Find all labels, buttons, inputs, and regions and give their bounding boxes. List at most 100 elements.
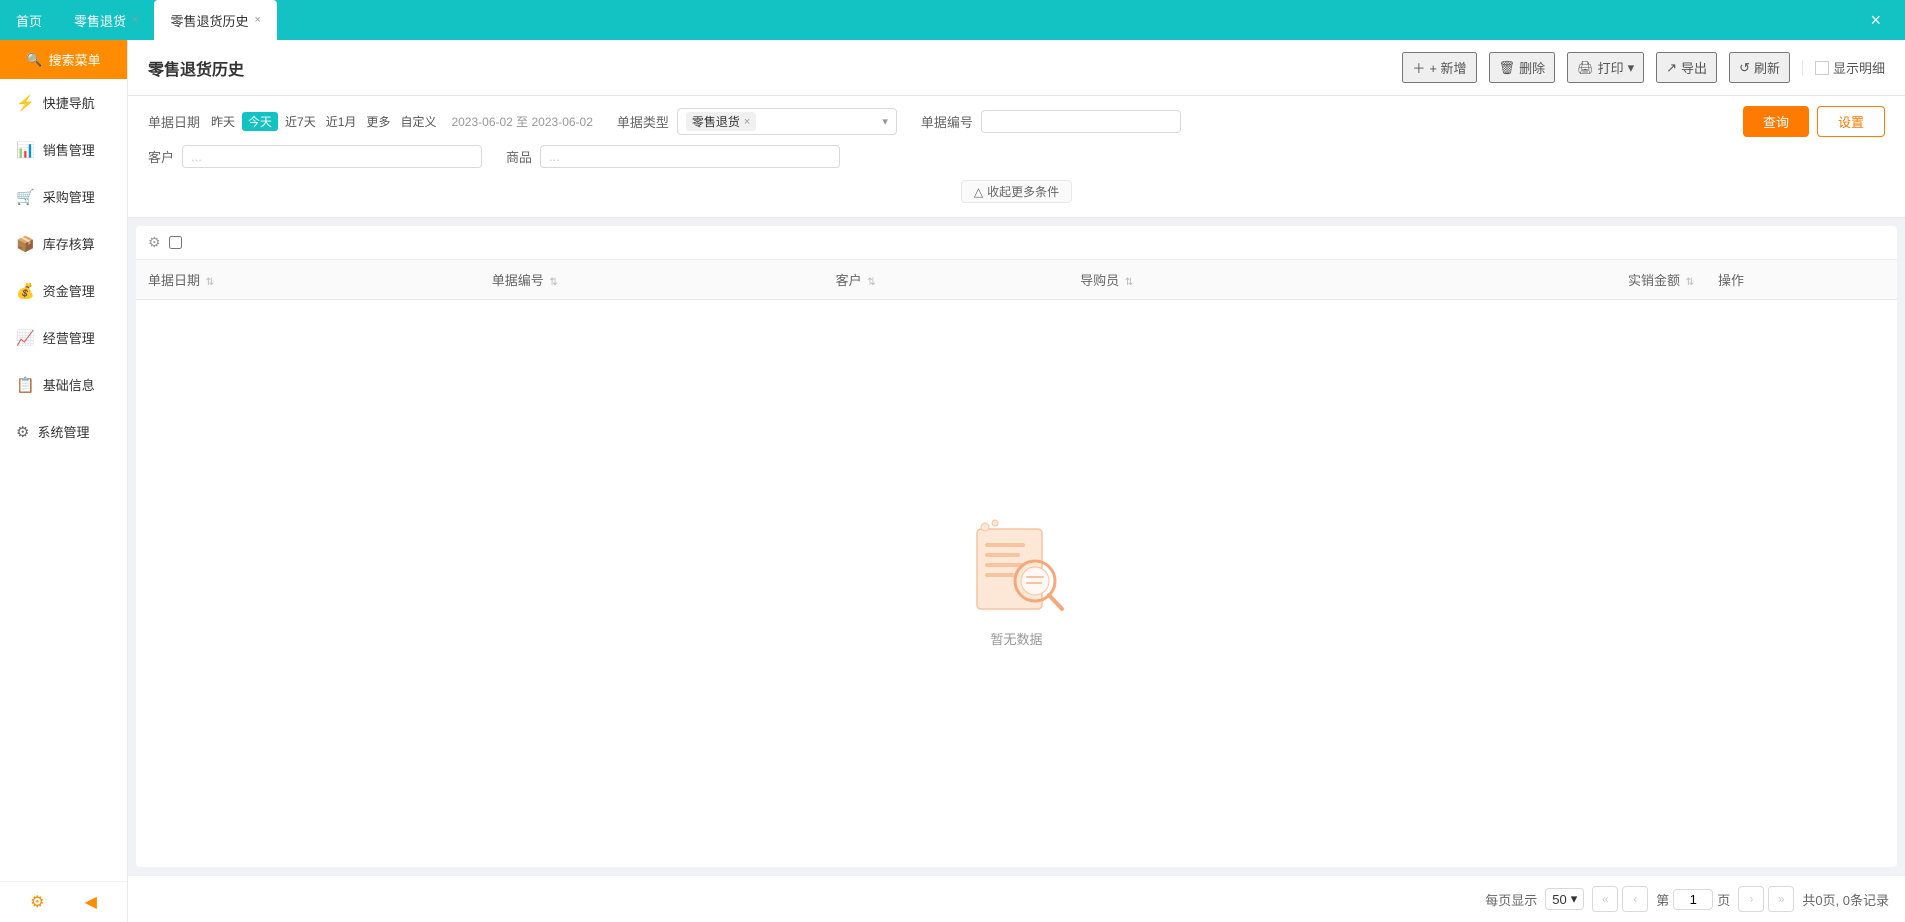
print-dropdown-icon: ▾ (1628, 60, 1635, 76)
col-guide: 导购员 ⇅ (1068, 260, 1362, 300)
finance-icon: 💰 (16, 282, 35, 300)
sidebar-item-finance[interactable]: 💰 资金管理 (0, 267, 127, 314)
filter-date: 单据日期 昨天 今天 近7天 近1月 更多 自定义 2023-06-02 至 2… (148, 112, 593, 131)
sidebar-item-inventory-label: 库存核算 (43, 234, 95, 253)
close-tab-retail-return-icon[interactable]: × (132, 14, 138, 26)
collapse-sidebar-icon[interactable]: ◀ (85, 892, 97, 912)
page-number-input[interactable] (1673, 889, 1713, 910)
prev-page-button[interactable]: ‹ (1622, 886, 1648, 912)
filter-date-label: 单据日期 (148, 112, 200, 131)
page-title: 零售退货历史 (148, 56, 244, 80)
date-shortcuts: 昨天 今天 近7天 近1月 更多 自定义 (208, 112, 439, 131)
show-detail-label[interactable]: 显示明细 (1815, 58, 1885, 77)
tab-retail-return[interactable]: 零售退货 × (58, 0, 154, 40)
filter-number: 单据编号 (921, 110, 1181, 133)
filter-type: 单据类型 零售退货 × ▾ (617, 108, 897, 135)
table-settings-icon[interactable]: ⚙ (148, 234, 161, 251)
sidebar-item-purchase-mgmt[interactable]: 🛒 采购管理 (0, 173, 127, 220)
sidebar-item-operation[interactable]: 📈 经营管理 (0, 314, 127, 361)
filter-goods-select[interactable]: ... (540, 145, 840, 168)
page-size-select[interactable]: 50 ▾ (1545, 888, 1584, 910)
col-action: 操作 (1706, 260, 1897, 300)
sort-customer-icon[interactable]: ⇅ (867, 277, 875, 288)
content-area: 零售退货历史 ＋ + 新增 🗑 删除 🖨 打印 ▾ ↗ 导出 (128, 40, 1905, 922)
set-button[interactable]: 设置 (1817, 106, 1885, 137)
table-area: ⚙ 单据日期 ⇅ 单据编号 ⇅ 客户 (136, 226, 1897, 867)
date-range-display: 2023-06-02 至 2023-06-02 (451, 113, 592, 130)
tab-list: 首页 零售退货 × 零售退货历史 × (0, 0, 1862, 40)
sidebar: 🔍 搜索菜单 ⚡ 快捷导航 📊 销售管理 🛒 采购管理 📦 库存核算 💰 资金管… (0, 40, 128, 922)
sidebar-item-inventory[interactable]: 📦 库存核算 (0, 220, 127, 267)
sidebar-item-system-label: 系统管理 (37, 422, 89, 441)
tab-home[interactable]: 首页 (0, 0, 58, 40)
customer-dots: ... (191, 149, 202, 164)
last-page-button[interactable]: » (1768, 886, 1794, 912)
filter-customer-select[interactable]: ... (182, 145, 482, 168)
sort-amount-icon[interactable]: ⇅ (1686, 277, 1694, 288)
top-bar: 首页 零售退货 × 零售退货历史 × × (0, 0, 1905, 40)
table-toolbar: ⚙ (136, 226, 1897, 260)
first-page-button[interactable]: « (1592, 886, 1618, 912)
system-icon: ⚙ (16, 423, 29, 441)
date-shortcut-custom[interactable]: 自定义 (397, 112, 439, 131)
delete-button[interactable]: 🗑 删除 (1489, 52, 1556, 83)
goods-dots: ... (549, 149, 560, 164)
sidebar-item-sales-mgmt[interactable]: 📊 销售管理 (0, 126, 127, 173)
table-select-all-checkbox[interactable] (169, 236, 182, 249)
collapse-button[interactable]: △ 收起更多条件 (961, 180, 1072, 203)
filter-number-input[interactable] (981, 110, 1181, 133)
date-shortcut-1month[interactable]: 近1月 (323, 112, 360, 131)
col-amount: 实销金额 ⇅ (1362, 260, 1706, 300)
show-detail-checkbox[interactable] (1815, 61, 1829, 75)
filter-type-select[interactable]: 零售退货 × ▾ (677, 108, 897, 135)
filter-type-tag: 零售退货 × (686, 112, 756, 131)
operation-icon: 📈 (16, 329, 35, 347)
sidebar-item-purchase-mgmt-label: 采购管理 (43, 187, 95, 206)
date-shortcut-today[interactable]: 今天 (242, 112, 278, 131)
close-window-icon[interactable]: × (1862, 10, 1889, 31)
filter-type-tag-close[interactable]: × (744, 116, 750, 128)
filter-goods: 商品 ... (506, 145, 840, 168)
filter-row-1: 单据日期 昨天 今天 近7天 近1月 更多 自定义 2023-06-02 至 2… (148, 106, 1885, 137)
page-size-arrow-icon: ▾ (1571, 891, 1578, 907)
sidebar-search[interactable]: 🔍 搜索菜单 (0, 40, 127, 79)
add-button[interactable]: ＋ + 新增 (1402, 52, 1476, 83)
collapse-row: △ 收起更多条件 (148, 176, 1885, 207)
page-label-post: 页 (1717, 890, 1730, 909)
refresh-button[interactable]: ↺ 刷新 (1729, 52, 1790, 83)
print-icon: 🖨 (1577, 60, 1594, 76)
page-input-area: 第 页 (1656, 889, 1730, 910)
basic-info-icon: 📋 (16, 376, 35, 394)
tab-retail-return-history[interactable]: 零售退货历史 × (154, 0, 276, 40)
add-icon: ＋ (1412, 58, 1425, 77)
sidebar-item-quick-nav[interactable]: ⚡ 快捷导航 (0, 79, 127, 126)
total-text: 共0页, 0条记录 (1802, 890, 1889, 909)
header-actions: ＋ + 新增 🗑 删除 🖨 打印 ▾ ↗ 导出 ↺ (1402, 52, 1885, 83)
sidebar-item-basic-info[interactable]: 📋 基础信息 (0, 361, 127, 408)
print-button[interactable]: 🖨 打印 ▾ (1567, 52, 1644, 83)
sidebar-item-system[interactable]: ⚙ 系统管理 (0, 408, 127, 455)
settings-bottom-icon[interactable]: ⚙ (30, 892, 44, 912)
page-nav: « ‹ (1592, 886, 1648, 912)
next-page-button[interactable]: › (1738, 886, 1764, 912)
export-button[interactable]: ↗ 导出 (1656, 52, 1717, 83)
sort-date-icon[interactable]: ⇅ (206, 277, 214, 288)
delete-icon: 🗑 (1499, 60, 1516, 76)
refresh-icon: ↺ (1739, 60, 1750, 76)
empty-text: 暂无数据 (990, 629, 1042, 648)
divider (1802, 60, 1803, 76)
close-tab-retail-return-history-icon[interactable]: × (254, 14, 260, 26)
sort-number-icon[interactable]: ⇅ (549, 277, 557, 288)
collapse-arrow-icon: △ (974, 185, 983, 199)
sort-guide-icon[interactable]: ⇅ (1125, 277, 1133, 288)
inventory-icon: 📦 (16, 235, 35, 253)
query-button[interactable]: 查询 (1743, 106, 1809, 137)
empty-state: 暂无数据 (136, 300, 1897, 867)
collapse-label: 收起更多条件 (987, 183, 1059, 200)
date-shortcut-7days[interactable]: 近7天 (282, 112, 319, 131)
date-shortcut-yesterday[interactable]: 昨天 (208, 112, 238, 131)
filter-row-2: 客户 ... 商品 ... (148, 145, 1885, 168)
export-icon: ↗ (1666, 60, 1677, 76)
date-shortcut-more[interactable]: 更多 (363, 112, 393, 131)
main-layout: 🔍 搜索菜单 ⚡ 快捷导航 📊 销售管理 🛒 采购管理 📦 库存核算 💰 资金管… (0, 40, 1905, 922)
